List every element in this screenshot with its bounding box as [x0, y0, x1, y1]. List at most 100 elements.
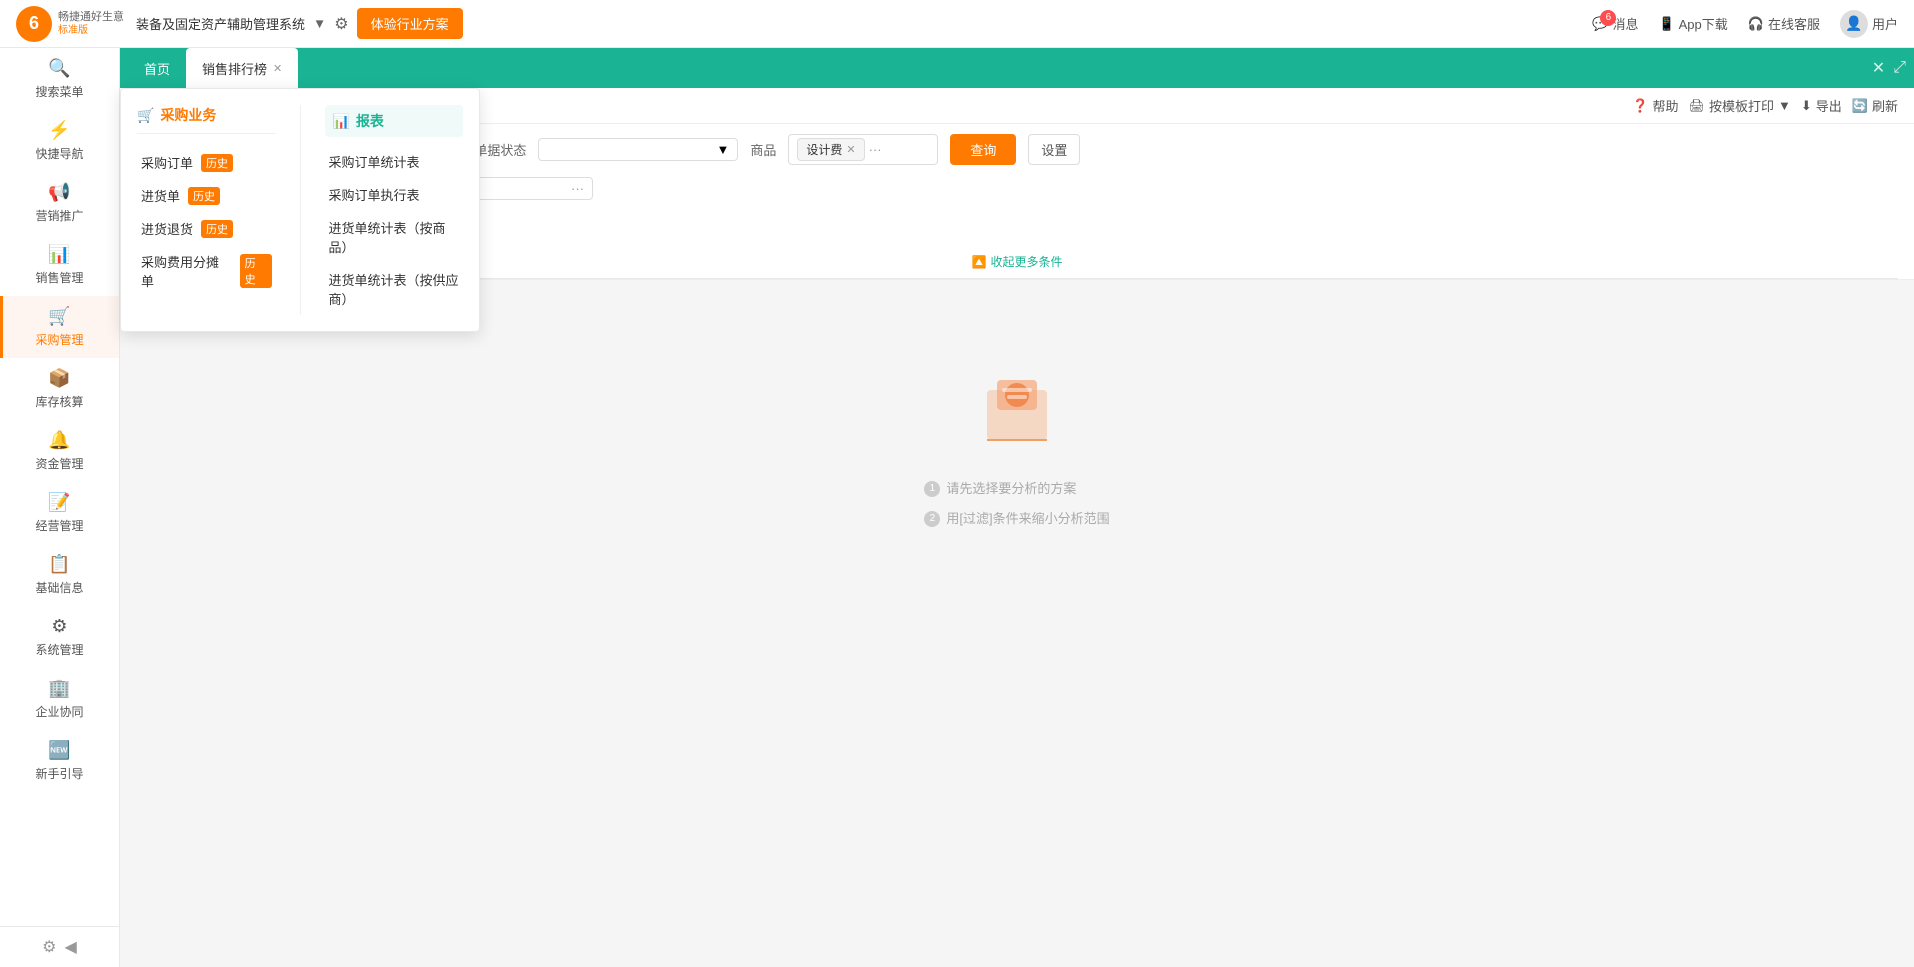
- sidebar-item-purchase[interactable]: 🛒 采购管理: [0, 296, 119, 358]
- refresh-button[interactable]: 🔄 刷新: [1852, 96, 1898, 115]
- export-button[interactable]: ⬇ 导出: [1801, 96, 1842, 115]
- sidebar-item-search[interactable]: 🔍 搜索菜单: [0, 48, 119, 110]
- print-dropdown-icon: ▼: [1778, 98, 1791, 113]
- goods-ellipsis[interactable]: ···: [869, 142, 882, 157]
- sidebar-item-basic[interactable]: 📋 基础信息: [0, 544, 119, 606]
- tab-home-label: 首页: [144, 59, 170, 78]
- print-button[interactable]: 🖨 按模板打印 ▼: [1688, 96, 1790, 115]
- tab-close-window-button[interactable]: ✕: [1872, 58, 1885, 78]
- dropdown-item-purchase-order-stat[interactable]: 采购订单统计表: [325, 145, 464, 178]
- empty-tip2: 用[过滤]条件来缩小分析范围: [946, 506, 1109, 532]
- header-center: 装备及固定资产辅助管理系统 ▼ ⚙ 体验行业方案: [136, 8, 1592, 39]
- toolbar-right: ❓ 帮助 🖨 按模板打印 ▼ ⬇ 导出 🔄 刷新: [1632, 96, 1898, 115]
- sidebar-item-inventory[interactable]: 📦 库存核算: [0, 358, 119, 420]
- dropdown-item-purchase-order[interactable]: 采购订单 历史: [137, 146, 276, 179]
- sales-icon: 📊: [48, 244, 70, 265]
- system-icon: ⚙: [51, 616, 67, 637]
- query-button[interactable]: 查询: [950, 134, 1016, 165]
- tab-home[interactable]: 首页: [128, 48, 186, 88]
- help-icon: ❓: [1632, 98, 1648, 114]
- settings-small-button[interactable]: 设置: [1028, 134, 1080, 165]
- sidebar-item-capital[interactable]: 🔔 资金管理: [0, 420, 119, 482]
- tab-sales-rank[interactable]: 销售排行榜 ✕: [186, 48, 298, 88]
- dropdown-item-purchase-return[interactable]: 进货退货 历史: [137, 212, 276, 245]
- purchase-order-history-badge: 历史: [201, 154, 233, 172]
- logo-icon: 6: [16, 6, 52, 42]
- sidebar-label-sales: 销售管理: [35, 269, 83, 286]
- notification-label: 消息: [1612, 14, 1638, 33]
- app-download-item[interactable]: 📱 App下载: [1658, 14, 1727, 33]
- sidebar-settings-button[interactable]: ⚙: [42, 937, 56, 957]
- purchase-receipt-history-badge: 历史: [188, 187, 220, 205]
- guide-icon: 🆕: [48, 740, 70, 761]
- sidebar-bottom: ⚙ ◀: [0, 926, 119, 967]
- logo-area: 6 畅捷通好生意 标准版: [16, 6, 136, 42]
- user-item[interactable]: 👤 用户: [1840, 10, 1898, 38]
- logo-badge: 标准版: [58, 24, 124, 37]
- goods-tag: 设计费 ✕: [797, 138, 864, 161]
- refresh-icon: 🔄: [1852, 98, 1868, 114]
- active-bar: [0, 296, 3, 358]
- header-settings-button[interactable]: ⚙: [334, 14, 348, 34]
- tip1-bullet: 1: [924, 481, 940, 497]
- sidebar-label-inventory: 库存核算: [35, 393, 83, 410]
- tab-close-icon[interactable]: ✕: [273, 62, 282, 75]
- online-service-item[interactable]: 🎧 在线客服: [1748, 14, 1820, 33]
- purchase-order-label: 采购订单: [141, 153, 193, 172]
- sidebar-item-marketing[interactable]: 📢 营销推广: [0, 172, 119, 234]
- purchase-return-label: 进货退货: [141, 219, 193, 238]
- sidebar-item-operations[interactable]: 📝 经营管理: [0, 482, 119, 544]
- purchase-return-history-badge: 历史: [201, 220, 233, 238]
- dropdown-item-receipt-stat-supplier[interactable]: 进货单统计表（按供应商）: [325, 263, 464, 315]
- refresh-label: 刷新: [1872, 96, 1898, 115]
- purchase-expense-label: 采购费用分摊单: [141, 252, 232, 290]
- status-dropdown[interactable]: ▼: [538, 138, 738, 161]
- notification-icon: 💬 6: [1592, 16, 1608, 32]
- col-divider: [300, 105, 301, 315]
- tab-bar: 首页 销售排行榜 ✕ ✕ ⤢: [120, 48, 1914, 88]
- purchase-order-exec-label: 采购订单执行表: [329, 185, 420, 204]
- tab-bar-right: ✕ ⤢: [1872, 58, 1906, 78]
- dropdown-item-receipt-stat-goods[interactable]: 进货单统计表（按商品）: [325, 211, 464, 263]
- goods-tag-value: 设计费: [806, 141, 842, 158]
- sidebar-item-quick[interactable]: ⚡ 快捷导航: [0, 110, 119, 172]
- sidebar-collapse-button[interactable]: ◀: [65, 937, 77, 957]
- purchase-col-label: 采购业务: [160, 105, 216, 125]
- user-name: 用户: [1872, 14, 1898, 33]
- sidebar-label-capital: 资金管理: [35, 455, 83, 472]
- salesperson-ellipsis[interactable]: ···: [571, 181, 584, 196]
- enterprise-icon: 🏢: [48, 678, 70, 699]
- reports-col-icon: 📊: [333, 113, 350, 130]
- sidebar-item-enterprise[interactable]: 🏢 企业协同: [0, 668, 119, 730]
- dropdown-reports-col: 📊 报表 采购订单统计表 采购订单执行表 进货单统计表（按商品） 进货单统计表（…: [325, 105, 464, 315]
- goods-tag-remove[interactable]: ✕: [846, 143, 855, 156]
- header-right: 💬 6 消息 📱 App下载 🎧 在线客服 👤 用户: [1592, 10, 1898, 38]
- dropdown-purchase-col: 🛒 采购业务 采购订单 历史 进货单 历史 进货退货 历史 采购费用分摊单 历史: [137, 105, 276, 315]
- purchase-col-icon: 🛒: [137, 107, 154, 124]
- sidebar-item-system[interactable]: ⚙ 系统管理: [0, 606, 119, 668]
- empty-illustration: [967, 360, 1067, 460]
- basic-icon: 📋: [48, 554, 70, 575]
- sidebar-label-enterprise: 企业协同: [35, 703, 83, 720]
- app-download-label: App下载: [1679, 14, 1728, 33]
- system-dropdown-button[interactable]: ▼: [313, 16, 326, 31]
- status-dropdown-icon: ▼: [716, 142, 729, 157]
- purchase-expense-history-badge: 历史: [240, 254, 272, 288]
- sidebar-item-guide[interactable]: 🆕 新手引导: [0, 730, 119, 792]
- collapse-up-icon: 🔼: [972, 255, 987, 269]
- sidebar-label-operations: 经营管理: [35, 517, 83, 534]
- industry-button[interactable]: 体验行业方案: [357, 8, 463, 39]
- print-label: 按模板打印: [1709, 96, 1774, 115]
- purchase-receipt-label: 进货单: [141, 186, 180, 205]
- dropdown-item-purchase-order-exec[interactable]: 采购订单执行表: [325, 178, 464, 211]
- dropdown-columns: 🛒 采购业务 采购订单 历史 进货单 历史 进货退货 历史 采购费用分摊单 历史: [137, 105, 463, 315]
- dropdown-item-purchase-expense[interactable]: 采购费用分摊单 历史: [137, 245, 276, 297]
- receipt-stat-goods-label: 进货单统计表（按商品）: [329, 218, 460, 256]
- dropdown-reports-title: 📊 报表: [325, 105, 464, 137]
- dropdown-item-purchase-receipt[interactable]: 进货单 历史: [137, 179, 276, 212]
- help-button[interactable]: ❓ 帮助: [1632, 96, 1678, 115]
- sidebar-label-quick: 快捷导航: [35, 145, 83, 162]
- notification-item[interactable]: 💬 6 消息: [1592, 14, 1638, 33]
- tab-expand-button[interactable]: ⤢: [1893, 58, 1906, 78]
- sidebar-item-sales[interactable]: 📊 销售管理: [0, 234, 119, 296]
